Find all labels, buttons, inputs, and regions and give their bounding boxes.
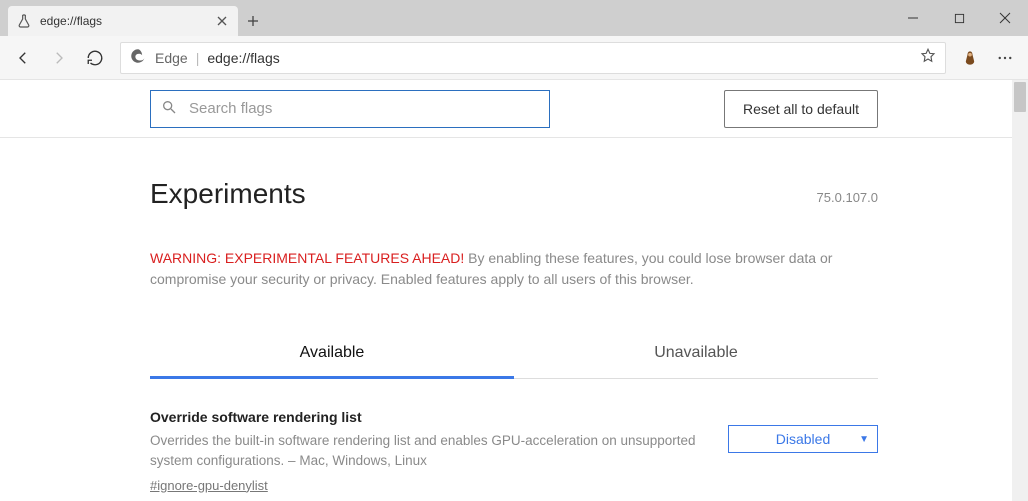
- flag-state-select[interactable]: Disabled ▼: [728, 425, 878, 453]
- maximize-button[interactable]: [936, 0, 982, 36]
- browser-tab[interactable]: edge://flags: [8, 6, 238, 36]
- address-url: edge://flags: [207, 50, 911, 66]
- tab-title: edge://flags: [40, 14, 206, 28]
- address-separator: |: [196, 50, 200, 66]
- scrollbar-thumb[interactable]: [1014, 82, 1026, 112]
- search-flags-box[interactable]: [150, 90, 550, 128]
- flag-description: Overrides the built-in software renderin…: [150, 431, 698, 472]
- address-bar[interactable]: Edge | edge://flags: [120, 42, 946, 74]
- flag-item: Override software rendering list Overrid…: [150, 409, 878, 495]
- close-tab-icon[interactable]: [214, 13, 230, 29]
- tab-unavailable[interactable]: Unavailable: [514, 330, 878, 378]
- reset-all-button[interactable]: Reset all to default: [724, 90, 878, 128]
- search-flags-input[interactable]: [187, 99, 539, 118]
- version-label: 75.0.107.0: [817, 190, 878, 205]
- menu-button[interactable]: [988, 41, 1022, 75]
- warning-prefix: WARNING: EXPERIMENTAL FEATURES AHEAD!: [150, 250, 464, 266]
- profile-avatar[interactable]: [958, 46, 982, 70]
- refresh-button[interactable]: [78, 41, 112, 75]
- flag-state-value: Disabled: [776, 431, 830, 447]
- page-heading: Experiments: [150, 178, 306, 210]
- page-content: Reset all to default Experiments 75.0.10…: [0, 80, 1028, 501]
- flag-hash-link[interactable]: #ignore-gpu-denylist: [150, 478, 268, 493]
- chevron-down-icon: ▼: [859, 434, 869, 445]
- favorite-icon[interactable]: [919, 47, 937, 68]
- forward-button[interactable]: [42, 41, 76, 75]
- close-window-button[interactable]: [982, 0, 1028, 36]
- address-label: Edge: [155, 50, 188, 66]
- minimize-button[interactable]: [890, 0, 936, 36]
- tab-available[interactable]: Available: [150, 330, 514, 379]
- titlebar: edge://flags: [0, 0, 1028, 36]
- flags-tabs: Available Unavailable: [150, 330, 878, 379]
- new-tab-button[interactable]: [238, 6, 268, 36]
- back-button[interactable]: [6, 41, 40, 75]
- flask-icon: [16, 13, 32, 29]
- window-controls: [890, 0, 1028, 36]
- vertical-scrollbar[interactable]: [1012, 80, 1028, 501]
- edge-logo-icon: [129, 47, 147, 68]
- warning-text: WARNING: EXPERIMENTAL FEATURES AHEAD! By…: [150, 248, 878, 290]
- browser-toolbar: Edge | edge://flags: [0, 36, 1028, 80]
- search-icon: [161, 99, 177, 118]
- flags-search-row: Reset all to default: [0, 80, 1028, 138]
- flag-title: Override software rendering list: [150, 409, 698, 425]
